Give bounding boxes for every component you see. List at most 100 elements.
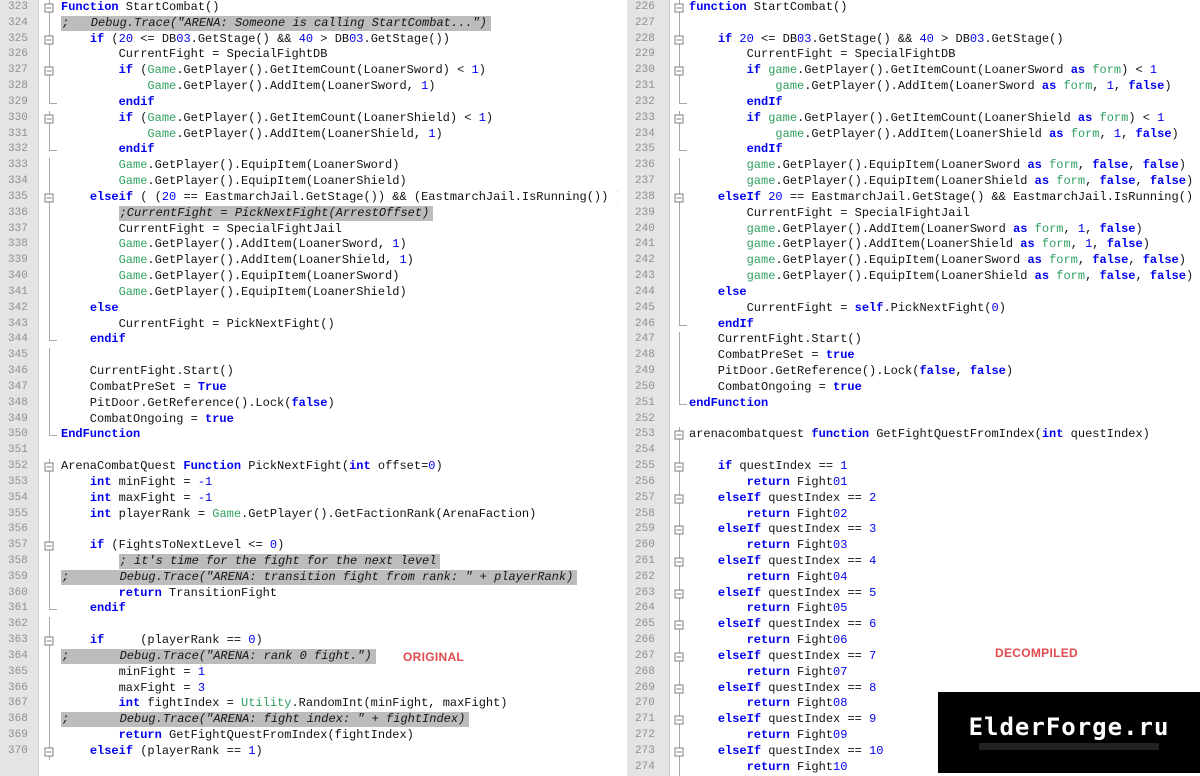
line-number: 231 — [635, 80, 655, 93]
code-text: arenacombatquest function GetFightQuestF… — [689, 427, 1150, 442]
fold-collapse-icon[interactable] — [39, 189, 59, 206]
fold-minus-icon[interactable] — [674, 557, 683, 567]
original-label: ORIGINAL — [403, 650, 465, 664]
fold-minus-icon[interactable] — [674, 620, 683, 630]
fold-minus-icon[interactable] — [44, 66, 54, 76]
fold-collapse-icon[interactable] — [39, 633, 59, 649]
fold-collapse-icon[interactable] — [670, 427, 687, 444]
code-line: 253 arenacombatquest function GetFightQue… — [627, 427, 1200, 444]
code-text: game.GetPlayer().EquipItem(LoanerShield … — [746, 269, 1194, 284]
code-line: 339 Game.GetPlayer().AddItem(LoanerShiel… — [0, 253, 618, 270]
fold-collapse-icon[interactable] — [670, 680, 687, 697]
line-number: 327 — [8, 64, 28, 77]
fold-collapse-icon[interactable] — [670, 743, 687, 760]
fold-collapse-icon[interactable] — [670, 63, 687, 80]
fold-collapse-icon[interactable] — [670, 648, 687, 665]
fold-minus-icon[interactable] — [44, 193, 54, 203]
code-line: 239 CurrentFight = SpecialFightJail — [627, 205, 1200, 222]
code-line: 259 elseIf questIndex == 3 — [627, 522, 1200, 539]
fold-collapse-icon[interactable] — [670, 31, 687, 48]
code-text: ArenaCombatQuest Function PickNextFight(… — [61, 459, 443, 474]
fold-margin — [39, 348, 59, 365]
code-line: 332 endif — [0, 142, 618, 158]
fold-minus-icon[interactable] — [674, 66, 683, 76]
code-text: elseif (playerRank == 1) — [89, 743, 263, 758]
code-line: 328 Game.GetPlayer().AddItem(LoanerSword… — [0, 79, 618, 95]
fold-collapse-icon[interactable] — [670, 553, 687, 570]
fold-minus-icon[interactable] — [44, 3, 54, 13]
line-number: 336 — [8, 206, 28, 219]
code-line: 229 CurrentFight = SpecialFightDB — [627, 47, 1200, 64]
fold-margin — [670, 379, 687, 396]
fold-minus-icon[interactable] — [674, 114, 683, 124]
fold-minus-icon[interactable] — [44, 541, 54, 551]
code-text: elseIf questIndex == 4 — [717, 553, 877, 568]
line-number: 357 — [8, 539, 28, 552]
fold-minus-icon[interactable] — [44, 35, 54, 45]
code-panel-decompiled[interactable]: 226 function StartCombat() 227 228 if 20 <=… — [627, 0, 1200, 776]
code-text: endFunction — [689, 395, 769, 410]
fold-collapse-icon[interactable] — [670, 189, 687, 206]
fold-collapse-icon[interactable] — [670, 490, 687, 507]
code-text: endif — [89, 601, 126, 616]
line-number: 233 — [635, 111, 655, 124]
fold-minus-icon[interactable] — [44, 114, 54, 124]
fold-collapse-icon[interactable] — [39, 31, 59, 48]
code-line: 333 Game.GetPlayer().EquipItem(LoanerSwo… — [0, 158, 618, 175]
code-line: 359 ; Debug.Trace("ARENA: transition figh… — [0, 569, 618, 586]
line-number: 249 — [635, 365, 655, 378]
code-text: CombatOngoing = true — [689, 379, 862, 394]
fold-collapse-icon[interactable] — [670, 712, 687, 729]
fold-minus-icon[interactable] — [674, 747, 683, 757]
fold-collapse-icon[interactable] — [670, 110, 687, 127]
fold-collapse-icon[interactable] — [39, 743, 59, 760]
code-line: 252 — [627, 412, 1200, 428]
fold-margin — [670, 142, 687, 158]
fold-minus-icon[interactable] — [674, 35, 683, 45]
fold-collapse-icon[interactable] — [39, 538, 59, 554]
code-text: CurrentFight.Start() — [61, 364, 234, 379]
code-panel-original[interactable]: 323 Function StartCombat() 324 ; Debug.Trac… — [0, 0, 618, 776]
fold-minus-icon[interactable] — [674, 525, 683, 535]
fold-collapse-icon[interactable] — [670, 0, 687, 16]
code-line: 356 — [0, 522, 618, 539]
fold-minus-icon[interactable] — [674, 193, 683, 203]
code-line: 348 PitDoor.GetReference().Lock(false) — [0, 395, 618, 412]
code-text: if questIndex == 1 — [717, 459, 848, 474]
fold-minus-icon[interactable] — [44, 636, 54, 646]
code-text: maxFight = 3 — [61, 680, 206, 695]
fold-minus-icon[interactable] — [674, 430, 683, 440]
code-line: 254 — [627, 443, 1200, 460]
fold-collapse-icon[interactable] — [39, 459, 59, 475]
line-number: 264 — [635, 602, 655, 615]
fold-collapse-icon[interactable] — [39, 0, 59, 16]
code-line: 235 endIf — [627, 142, 1200, 158]
fold-minus-icon[interactable] — [674, 715, 683, 725]
fold-collapse-icon[interactable] — [39, 110, 59, 127]
line-number: 335 — [8, 190, 28, 203]
code-text: Game.GetPlayer().AddItem(LoanerShield, 1… — [118, 253, 414, 268]
code-text: CurrentFight = SpecialFightJail — [689, 205, 970, 220]
fold-collapse-icon[interactable] — [39, 63, 59, 80]
fold-collapse-icon[interactable] — [670, 585, 687, 602]
code-line: 338 Game.GetPlayer().AddItem(LoanerSword… — [0, 237, 618, 254]
fold-minus-icon[interactable] — [674, 684, 683, 694]
fold-collapse-icon[interactable] — [670, 617, 687, 634]
code-text: if (Game.GetPlayer().GetItemCount(Loaner… — [118, 63, 486, 78]
fold-minus-icon[interactable] — [674, 652, 683, 662]
fold-margin — [39, 300, 59, 317]
fold-minus-icon[interactable] — [674, 462, 683, 472]
code-line: 228 if 20 <= DB03.GetStage() && 40 > DB0… — [627, 31, 1200, 48]
fold-minus-icon[interactable] — [674, 3, 683, 13]
fold-collapse-icon[interactable] — [670, 459, 687, 475]
fold-minus-icon[interactable] — [674, 494, 683, 504]
fold-collapse-icon[interactable] — [670, 522, 687, 539]
fold-minus-icon[interactable] — [44, 747, 54, 757]
fold-minus-icon[interactable] — [674, 589, 683, 599]
line-number: 251 — [635, 396, 655, 409]
fold-minus-icon[interactable] — [44, 462, 54, 472]
code-text: game.GetPlayer().AddItem(LoanerShield as… — [746, 237, 1150, 252]
code-line: 363 if (playerRank == 0) — [0, 633, 618, 649]
